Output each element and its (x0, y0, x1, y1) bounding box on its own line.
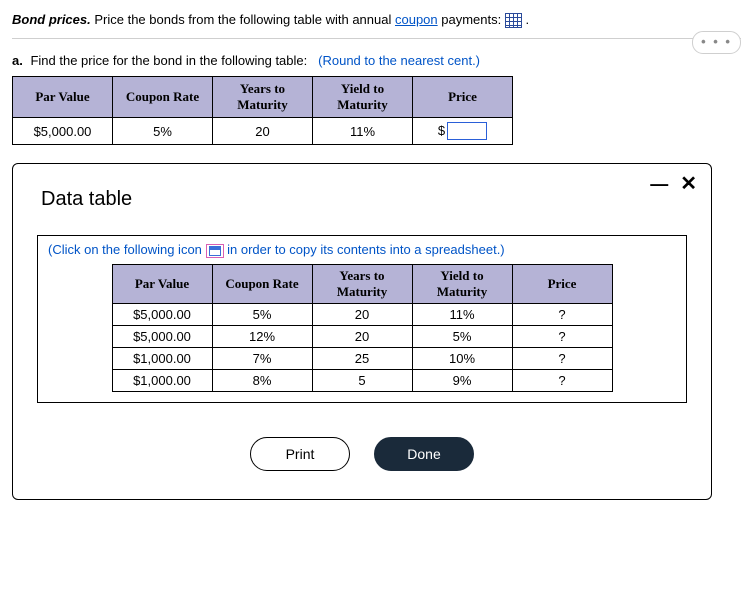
price-input[interactable] (447, 122, 487, 140)
minimize-icon[interactable]: — (650, 175, 668, 193)
data-table-wrap: (Click on the following icon in order to… (37, 235, 687, 403)
divider (12, 38, 741, 39)
done-button[interactable]: Done (374, 437, 474, 471)
part-a-text: Find the price for the bond in the follo… (30, 53, 307, 68)
data-table-modal: — ✕ Data table (Click on the following i… (12, 163, 712, 500)
part-a-table: Par Value Coupon Rate Years to Maturity … (12, 76, 513, 145)
copy-icon[interactable] (206, 244, 224, 258)
question-title: Bond prices. (12, 12, 91, 27)
table-row: $5,000.00 12% 20 5% ? (112, 325, 612, 347)
modal-title: Data table (41, 188, 687, 211)
col-ytm: Yield to Maturity (412, 264, 512, 303)
table-row: $1,000.00 8% 5 9% ? (112, 369, 612, 391)
close-icon[interactable]: ✕ (680, 174, 697, 194)
data-table-icon[interactable] (505, 13, 522, 28)
rounding-hint: (Round to the nearest cent.) (318, 53, 480, 68)
col-price: Price (413, 77, 513, 118)
col-years: Years to Maturity (312, 264, 412, 303)
table-row: $5,000.00 5% 20 11% $ (13, 118, 513, 145)
col-par: Par Value (13, 77, 113, 118)
col-rate: Coupon Rate (212, 264, 312, 303)
modal-button-row: Print Done (37, 437, 687, 471)
col-years: Years to Maturity (213, 77, 313, 118)
coupon-link[interactable]: coupon (395, 12, 438, 27)
table-row: $5,000.00 5% 20 11% ? (112, 303, 612, 325)
col-par: Par Value (112, 264, 212, 303)
copy-hint: (Click on the following icon in order to… (48, 242, 676, 258)
print-button[interactable]: Print (250, 437, 350, 471)
col-ytm: Yield to Maturity (313, 77, 413, 118)
col-rate: Coupon Rate (113, 77, 213, 118)
question-stem: Bond prices. Price the bonds from the fo… (12, 12, 741, 28)
part-a-label: a. (12, 53, 23, 68)
data-table: Par Value Coupon Rate Years to Maturity … (112, 264, 613, 392)
price-cell: $ (413, 118, 513, 145)
table-row: $1,000.00 7% 25 10% ? (112, 347, 612, 369)
part-a: a. Find the price for the bond in the fo… (12, 53, 741, 145)
col-price: Price (512, 264, 612, 303)
more-button[interactable]: • • • (692, 31, 741, 54)
